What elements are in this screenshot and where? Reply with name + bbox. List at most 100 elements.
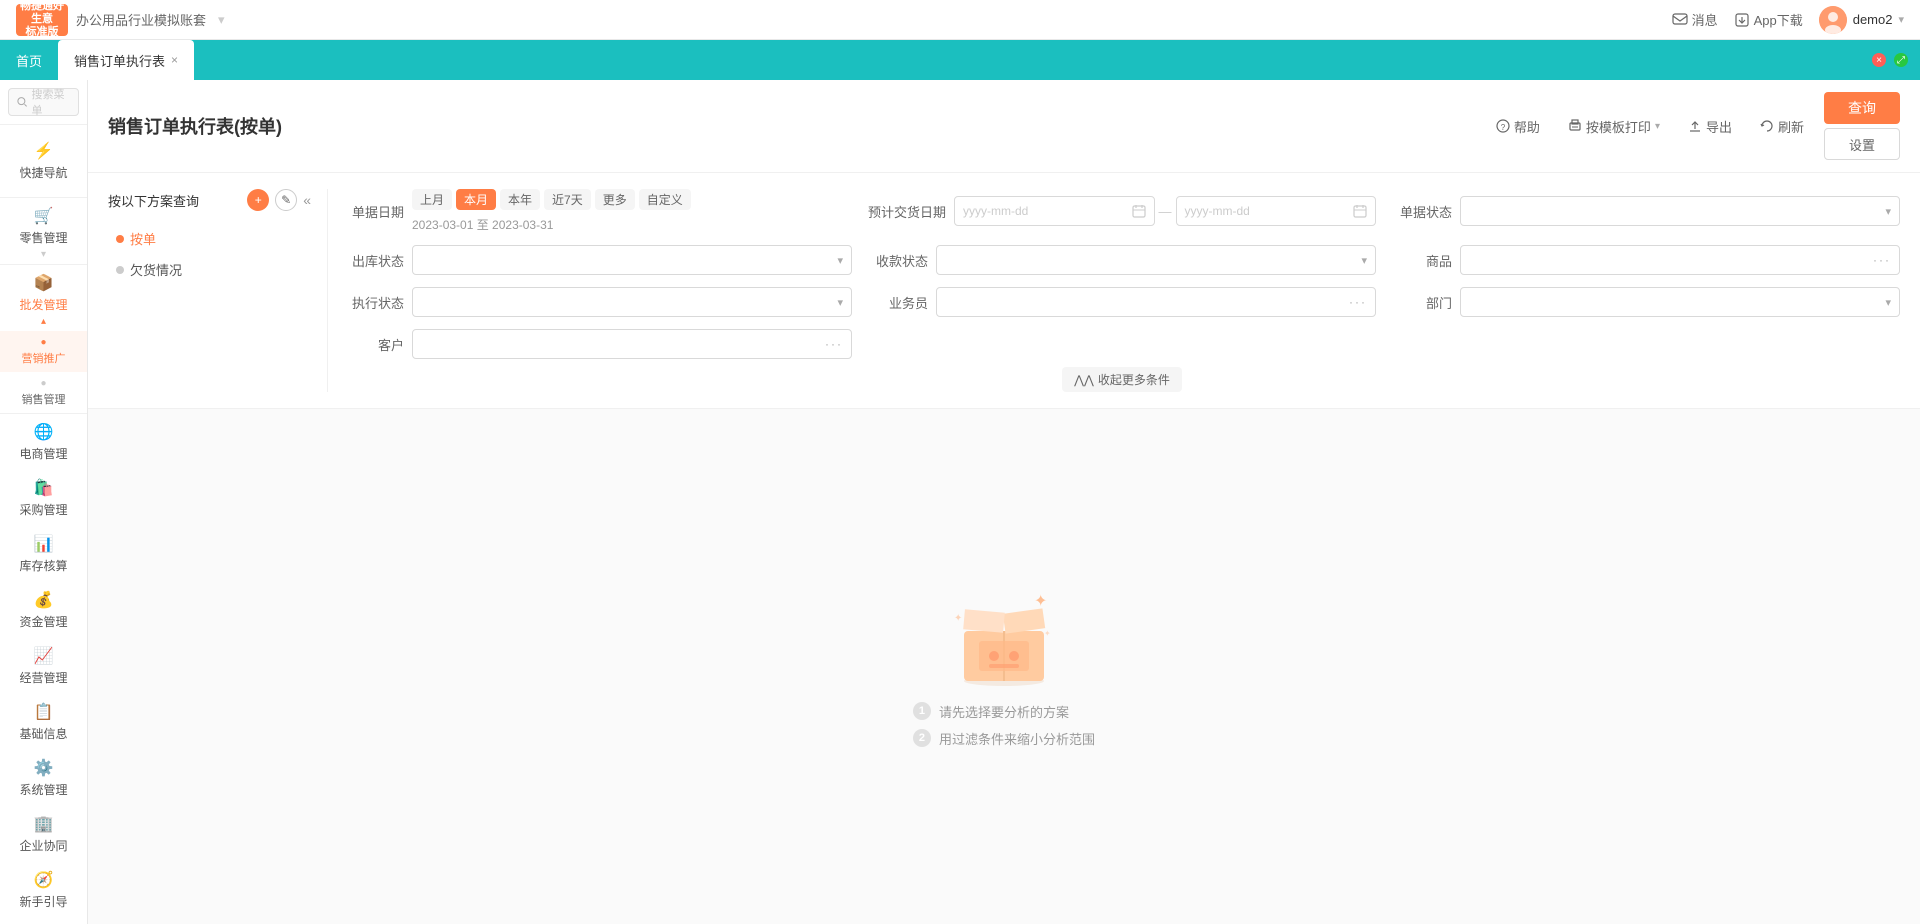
download-icon — [1734, 12, 1750, 28]
calendar-end-icon — [1353, 204, 1367, 218]
sidebar-item-purchase[interactable]: 🛍️ 采购管理 — [0, 470, 87, 526]
filter-row-1: 单据日期 上月 本月 本年 近7天 更多 自定义 — [344, 189, 1900, 233]
search-input[interactable]: 搜索菜单 — [8, 88, 79, 116]
date-tag-last-month[interactable]: 上月 — [412, 189, 452, 210]
customer-label: 客户 — [344, 335, 404, 354]
collapse-more-btn[interactable]: ⋀⋀ 收起更多条件 — [1062, 367, 1182, 392]
filter-item-goods: 商品 ··· — [1392, 245, 1900, 275]
delivery-date-end[interactable]: yyyy-mm-dd — [1176, 196, 1377, 226]
top-bar: 畅捷通好生意 标准版 办公用品行业模拟账套 ▾ 消息 App下载 demo2 — [0, 0, 1920, 40]
scheme-active-dot — [116, 235, 124, 243]
operations-icon: 📈 — [34, 646, 54, 666]
page-header: 销售订单执行表(按单) ? 帮助 按模板打印 ▾ 导出 刷新 — [88, 80, 1920, 173]
empty-illustration: ✦ ✦ ✦ — [944, 586, 1064, 686]
sidebar-item-enterprise[interactable]: 🏢 企业协同 — [0, 806, 87, 862]
message-btn[interactable]: 消息 — [1672, 10, 1718, 29]
wholesale-sub-items: ● 营销推广 ● 销售管理 — [0, 331, 87, 413]
template-print-btn[interactable]: 按模板打印 ▾ — [1560, 113, 1668, 140]
scheme-item-arrears[interactable]: 欠货情况 — [108, 254, 311, 285]
outstock-select[interactable]: ▾ — [412, 245, 852, 275]
sidebar-item-operations[interactable]: 📈 经营管理 — [0, 638, 87, 694]
export-btn[interactable]: 导出 — [1680, 113, 1740, 140]
sidebar-item-wholesale[interactable]: 📦 批发管理 ▴ — [0, 265, 87, 331]
filter-scheme-label: 按以下方案查询 — [108, 191, 199, 210]
svg-text:?: ? — [1501, 123, 1506, 132]
date-tag-7days[interactable]: 近7天 — [544, 189, 591, 210]
inventory-icon: 📊 — [34, 534, 54, 554]
filter-item-payment-status: 收款状态 ▾ — [868, 245, 1376, 275]
sidebar-sub-item-marketing[interactable]: ● 营销推广 — [0, 331, 87, 372]
department-select[interactable]: ▾ — [1460, 287, 1900, 317]
exec-status-label: 执行状态 — [344, 293, 404, 312]
tab-sales-order[interactable]: 销售订单执行表 × — [58, 40, 194, 80]
window-maximize-btn[interactable]: ⤢ — [1894, 53, 1908, 67]
sidebar-group-retail: 🛒 零售管理 ▾ — [0, 198, 87, 265]
tab-home[interactable]: 首页 — [0, 40, 58, 80]
delivery-start-placeholder: yyyy-mm-dd — [963, 204, 1028, 218]
empty-hint-1: 1 请先选择要分析的方案 — [913, 702, 1095, 721]
collapse-more-area: ⋀⋀ 收起更多条件 — [344, 367, 1900, 392]
settings-button[interactable]: 设置 — [1824, 128, 1900, 160]
sidebar-item-retail[interactable]: 🛒 零售管理 ▾ — [0, 198, 87, 264]
svg-text:✦: ✦ — [1044, 629, 1051, 638]
app-download-btn[interactable]: App下载 — [1734, 10, 1803, 29]
sales-mgmt-icon: ● — [40, 378, 46, 389]
avatar — [1819, 6, 1847, 34]
purchase-icon: 🛍️ — [34, 478, 54, 498]
user-dropdown-icon[interactable]: ▾ — [1898, 13, 1904, 26]
svg-text:✦: ✦ — [1034, 593, 1047, 610]
retail-label: 零售管理 — [19, 229, 67, 246]
sidebar-item-app-center[interactable]: 📱 应用中心 — [0, 918, 87, 924]
sidebar-item-system[interactable]: ⚙️ 系统管理 — [0, 750, 87, 806]
filter-row-2: 出库状态 ▾ 收款状态 ▾ — [344, 245, 1900, 275]
outstock-label: 出库状态 — [344, 251, 404, 270]
sidebar-item-guide[interactable]: 🧭 新手引导 — [0, 862, 87, 918]
add-scheme-btn[interactable]: + — [247, 189, 269, 211]
help-btn[interactable]: ? 帮助 — [1488, 113, 1548, 140]
sidebar-item-quick-nav[interactable]: ⚡ 快捷导航 — [0, 133, 87, 189]
sidebar-item-inventory[interactable]: 📊 库存核算 — [0, 526, 87, 582]
payment-select[interactable]: ▾ — [936, 245, 1376, 275]
sidebar-sub-item-sales-mgmt[interactable]: ● 销售管理 — [0, 372, 87, 413]
sidebar-item-ecommerce[interactable]: 🌐 电商管理 — [0, 414, 87, 470]
sidebar-item-basic-info[interactable]: 📋 基础信息 — [0, 694, 87, 750]
guide-icon: 🧭 — [34, 870, 54, 890]
svg-text:✦: ✦ — [954, 613, 962, 624]
filter-item-department: 部门 ▾ — [1392, 287, 1900, 317]
salesperson-input[interactable]: ··· — [936, 287, 1376, 317]
exec-status-select[interactable]: ▾ — [412, 287, 852, 317]
customer-ellipsis-icon: ··· — [825, 337, 843, 351]
breadcrumb-arrow[interactable]: ▾ — [218, 12, 225, 28]
goods-label: 商品 — [1392, 251, 1452, 270]
sidebar-item-finance[interactable]: 💰 资金管理 — [0, 582, 87, 638]
date-tag-this-year[interactable]: 本年 — [500, 189, 540, 210]
logo[interactable]: 畅捷通好生意 标准版 — [16, 4, 68, 36]
doc-status-select[interactable]: ▾ — [1460, 196, 1900, 226]
wholesale-expand-icon: ▴ — [41, 316, 46, 327]
filter-left-actions: + ✎ « — [247, 189, 311, 211]
customer-input[interactable]: ··· — [412, 329, 852, 359]
date-tag-this-month[interactable]: 本月 — [456, 189, 496, 210]
calendar-start-icon — [1132, 204, 1146, 218]
window-close-btn[interactable]: × — [1872, 53, 1886, 67]
goods-input[interactable]: ··· — [1460, 245, 1900, 275]
ecommerce-icon: 🌐 — [34, 422, 54, 442]
refresh-btn[interactable]: 刷新 — [1752, 113, 1812, 140]
user-info[interactable]: demo2 ▾ — [1819, 6, 1904, 34]
empty-hints: 1 请先选择要分析的方案 2 用过滤条件来缩小分析范围 — [913, 702, 1095, 748]
date-label: 单据日期 — [344, 202, 404, 221]
tab-close-icon[interactable]: × — [171, 53, 178, 67]
filter-left: 按以下方案查询 + ✎ « — [108, 189, 328, 392]
filter-item-doc-status: 单据状态 ▾ — [1392, 196, 1900, 226]
quick-nav-label: 快捷导航 — [19, 164, 67, 181]
query-button[interactable]: 查询 — [1824, 92, 1900, 124]
edit-scheme-btn[interactable]: ✎ — [275, 189, 297, 211]
date-tag-more[interactable]: 更多 — [595, 189, 635, 210]
empty-svg: ✦ ✦ ✦ — [944, 586, 1064, 686]
scheme-item-press-order[interactable]: 按单 — [108, 223, 311, 254]
date-tag-custom[interactable]: 自定义 — [639, 189, 691, 210]
delivery-date-start[interactable]: yyyy-mm-dd — [954, 196, 1155, 226]
finance-icon: 💰 — [34, 590, 54, 610]
page-title: 销售订单执行表(按单) — [108, 113, 282, 151]
collapse-scheme-btn[interactable]: « — [303, 192, 311, 208]
